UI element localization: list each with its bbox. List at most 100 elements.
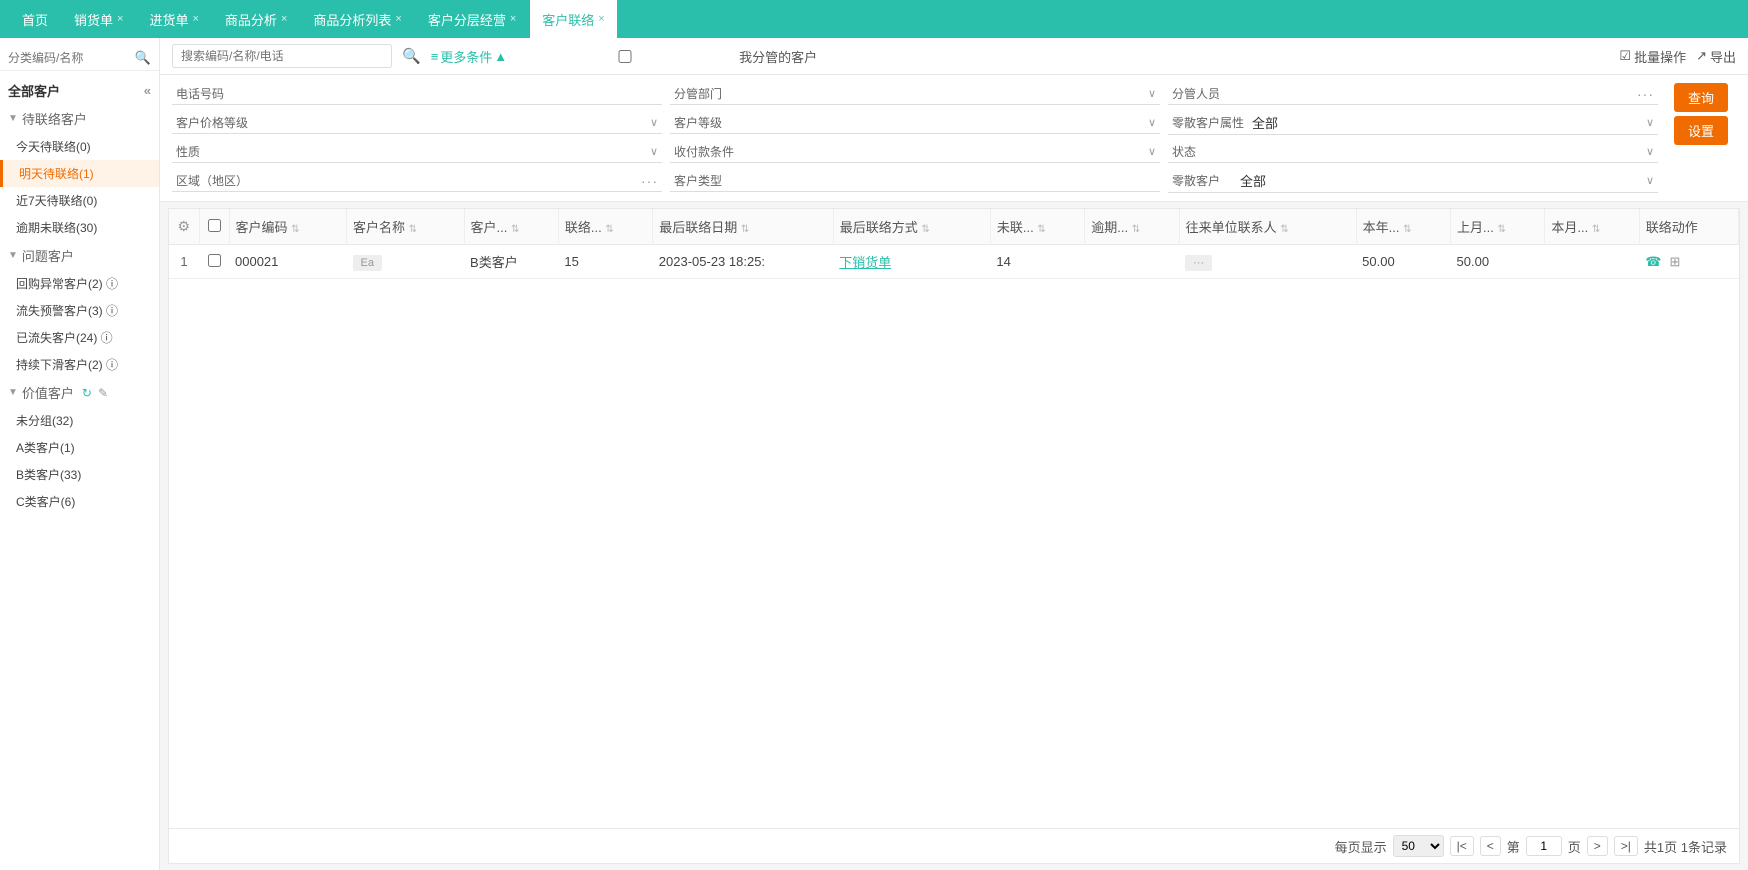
gear-icon[interactable]: ⚙ <box>177 218 190 234</box>
sort-icon[interactable]: ⇅ <box>409 224 417 235</box>
sort-icon[interactable]: ⇅ <box>291 224 299 235</box>
sort-icon[interactable]: ⇅ <box>605 224 613 235</box>
sidebar-search-icon[interactable]: 🔍 <box>135 50 151 66</box>
sort-icon[interactable]: ⇅ <box>1498 224 1506 235</box>
close-icon[interactable]: × <box>117 13 123 25</box>
arrow-icon: ▼ <box>8 387 18 398</box>
filter-icon: ≡ <box>431 49 439 64</box>
sidebar-search-area: 🔍 <box>0 46 159 71</box>
last-contact-link[interactable]: 下销货单 <box>839 255 891 270</box>
more-icon[interactable]: ··· <box>641 173 658 189</box>
my-customers-checkbox[interactable]: 我分管的客户 <box>515 47 817 66</box>
customer-type-input[interactable] <box>738 174 1156 188</box>
nav-purchase-order[interactable]: 进货单 × <box>137 0 210 38</box>
sort-icon[interactable]: ⇅ <box>1280 224 1288 235</box>
filter-price-level: 客户价格等级 ∨ <box>172 112 662 134</box>
nav-customer-contact[interactable]: 客户联络 × <box>530 0 616 38</box>
sort-icon[interactable]: ⇅ <box>511 224 519 235</box>
sidebar-group-value[interactable]: ▼ 价值客户 ↻ ✎ <box>0 378 159 407</box>
chevron-down-icon[interactable]: ∨ <box>1148 116 1156 129</box>
price-level-input[interactable] <box>252 116 646 130</box>
filter-row-1: 电话号码 分管部门 ∨ 分管人员 ··· <box>172 83 1658 105</box>
search-input[interactable] <box>172 44 392 68</box>
settings-button[interactable]: 设置 <box>1674 116 1728 145</box>
sort-icon[interactable]: ⇅ <box>921 224 929 235</box>
nav-customer-tier[interactable]: 客户分层经营 × <box>416 0 528 38</box>
payment-input[interactable] <box>738 145 1144 159</box>
chevron-down-icon[interactable]: ∨ <box>1646 174 1654 187</box>
next-page-btn[interactable]: > <box>1587 836 1608 856</box>
col-name: 客户名称 ⇅ <box>347 209 465 245</box>
sidebar-group-problem[interactable]: ▼ 问题客户 <box>0 241 159 270</box>
sort-icon[interactable]: ⇅ <box>1037 224 1045 235</box>
action-buttons: ☎ ⊞ <box>1639 245 1738 279</box>
customer-level-input[interactable] <box>738 116 1144 130</box>
person-input[interactable] <box>1236 87 1633 101</box>
row-select-checkbox[interactable] <box>208 254 221 267</box>
refresh-icon[interactable]: ↻ <box>82 386 92 400</box>
grid-action-icon[interactable]: ⊞ <box>1669 254 1680 270</box>
sort-icon[interactable]: ⇅ <box>1592 224 1600 235</box>
phone-input[interactable] <box>240 87 658 101</box>
status-input[interactable] <box>1236 145 1642 159</box>
last-contact-date: 2023-05-23 18:25: <box>653 245 833 279</box>
sort-icon[interactable]: ⇅ <box>1132 224 1140 235</box>
all-customers-title[interactable]: 全部客户 « <box>0 77 159 104</box>
chevron-down-icon[interactable]: ∨ <box>650 145 658 158</box>
sort-icon[interactable]: ⇅ <box>741 224 749 235</box>
filter-row-2: 客户价格等级 ∨ 客户等级 ∨ 零散客户属性 全部 ∨ <box>172 111 1658 135</box>
sidebar-item-7days[interactable]: 近7天待联络(0) <box>0 187 159 214</box>
close-icon[interactable]: × <box>395 13 401 25</box>
search-button[interactable]: 🔍 <box>400 47 423 65</box>
more-conditions-btn[interactable]: ≡ 更多条件 ▲ <box>431 47 507 66</box>
nav-sales-order[interactable]: 销货单 × <box>62 0 135 38</box>
close-icon[interactable]: × <box>510 13 516 25</box>
sidebar-item-lostwarning[interactable]: 流失预警客户(3) ⓘ <box>0 297 159 324</box>
chevron-down-icon[interactable]: ∨ <box>1148 145 1156 158</box>
close-icon[interactable]: × <box>192 13 198 25</box>
close-icon[interactable]: × <box>281 13 287 25</box>
phone-action-icon[interactable]: ☎ <box>1645 254 1661 270</box>
sidebar-item-declining[interactable]: 持续下滑客户(2) ⓘ <box>0 351 159 378</box>
sidebar-item-lost[interactable]: 已流失客户(24) ⓘ <box>0 324 159 351</box>
sidebar-item-ungrouped[interactable]: 未分组(32) <box>0 407 159 434</box>
chevron-down-icon[interactable]: ∨ <box>1646 116 1654 129</box>
contact-count: 15 <box>558 245 652 279</box>
last-page-btn[interactable]: >| <box>1614 836 1638 856</box>
sidebar-item-today[interactable]: 今天待联络(0) <box>0 133 159 160</box>
sidebar-item-c-class[interactable]: C类客户(6) <box>0 488 159 515</box>
my-customers-input[interactable] <box>515 50 735 63</box>
sidebar-item-overdue[interactable]: 逾期未联络(30) <box>0 214 159 241</box>
row-checkbox <box>199 245 229 279</box>
chevron-down-icon[interactable]: ∨ <box>650 116 658 129</box>
prev-page-btn[interactable]: < <box>1480 836 1501 856</box>
chevron-down-icon[interactable]: ∨ <box>1646 145 1654 158</box>
chevron-down-icon[interactable]: ∨ <box>1148 87 1156 100</box>
collapse-icon[interactable]: « <box>144 83 151 98</box>
batch-op-button[interactable]: ☑ 批量操作 <box>1619 47 1686 66</box>
advanced-filter: 电话号码 分管部门 ∨ 分管人员 ··· <box>160 75 1748 202</box>
sidebar-group-pending[interactable]: ▼ 待联络客户 <box>0 104 159 133</box>
nav-home[interactable]: 首页 <box>10 0 60 38</box>
sidebar-item-b-class[interactable]: B类客户(33) <box>0 461 159 488</box>
nav-product-analysis-list[interactable]: 商品分析列表 × <box>301 0 413 38</box>
dept-input[interactable] <box>738 87 1144 101</box>
nav-product-analysis[interactable]: 商品分析 × <box>213 0 299 38</box>
col-last-date: 最后联络日期 ⇅ <box>653 209 833 245</box>
sidebar-search-input[interactable] <box>8 51 131 65</box>
close-icon[interactable]: × <box>598 13 604 25</box>
nature-input[interactable] <box>240 145 646 159</box>
per-page-select[interactable]: 50 10 20 100 <box>1393 835 1444 857</box>
page-number-input[interactable] <box>1526 836 1562 856</box>
export-button[interactable]: ↗ 导出 <box>1696 47 1736 66</box>
sidebar-item-abnormal[interactable]: 回购异常客户(2) ⓘ <box>0 270 159 297</box>
sidebar-item-a-class[interactable]: A类客户(1) <box>0 434 159 461</box>
region-input[interactable] <box>252 174 637 188</box>
select-all-checkbox[interactable] <box>208 219 221 232</box>
query-button[interactable]: 查询 <box>1674 83 1728 112</box>
sort-icon[interactable]: ⇅ <box>1403 224 1411 235</box>
more-icon[interactable]: ··· <box>1637 86 1654 102</box>
sidebar-item-tomorrow[interactable]: 明天待联络(1) <box>0 160 159 187</box>
edit-icon[interactable]: ✎ <box>98 386 108 400</box>
first-page-btn[interactable]: |< <box>1450 836 1474 856</box>
